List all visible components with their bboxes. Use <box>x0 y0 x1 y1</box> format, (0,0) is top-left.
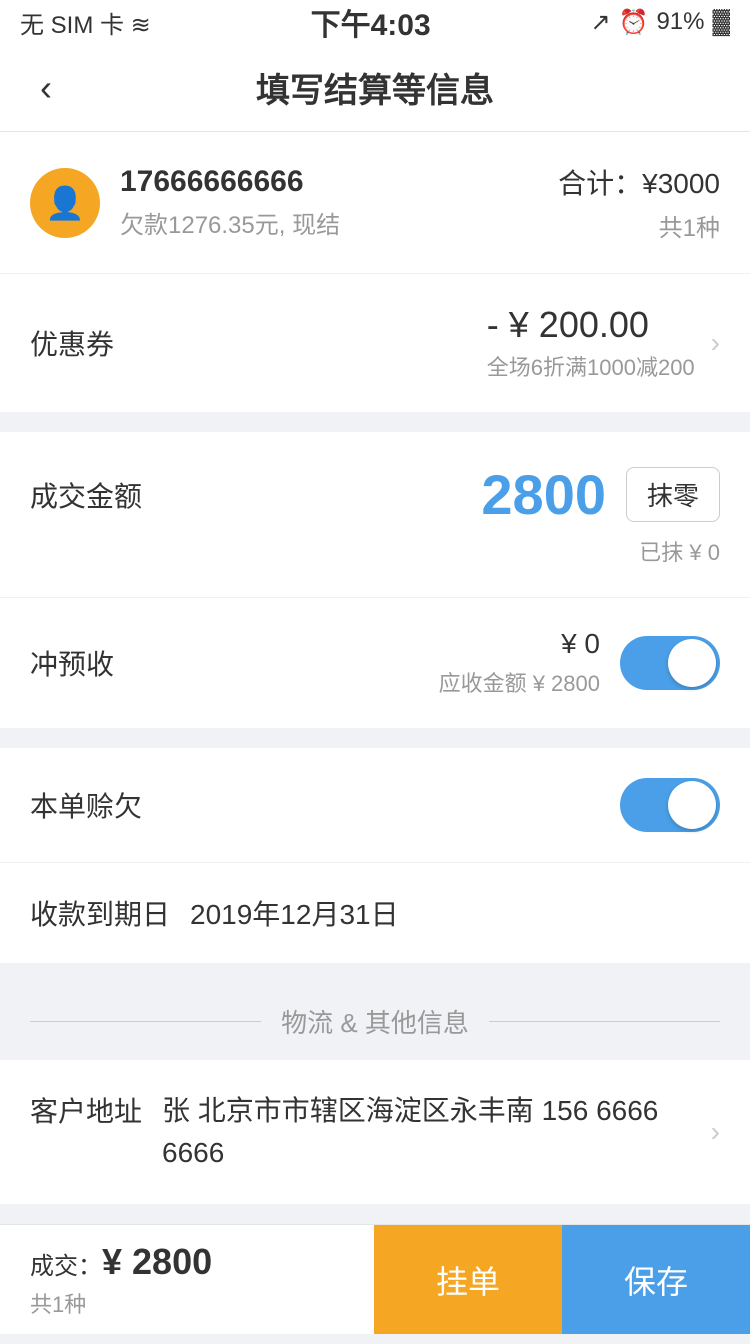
prepay-amount: ¥ 0 <box>439 628 600 660</box>
deal-section: 成交金额 2800 抹零 已抹 ¥ 0 <box>0 432 750 597</box>
customer-phone: 17666666666 <box>120 165 340 199</box>
nav-bar: ‹ 填写结算等信息 <box>0 44 750 132</box>
prepay-toggle[interactable] <box>620 636 720 690</box>
logistics-line-right <box>489 1021 720 1022</box>
total-amount: ¥3000 <box>642 168 720 199</box>
save-button[interactable]: 保存 <box>562 1225 750 1334</box>
debit-toggle[interactable] <box>620 778 720 832</box>
duedate-row: 收款到期日 2019年12月31日 <box>30 893 720 933</box>
coupon-chevron-icon: › <box>711 327 720 359</box>
prepay-row: 冲预收 ¥ 0 应收金额 ¥ 2800 <box>30 628 720 698</box>
status-bar-time: 下午4:03 <box>311 0 431 44</box>
address-label: 客户地址 <box>30 1090 142 1130</box>
status-bar-left: 无 SIM 卡 ≋ <box>20 5 151 40</box>
deal-row: 成交金额 2800 抹零 <box>30 462 720 527</box>
coupon-sub: 全场6折满1000减200 <box>487 350 695 382</box>
prepay-amount-group: ¥ 0 应收金额 ¥ 2800 <box>439 628 600 698</box>
status-bar-right: ↗ ⏰ 91% ▓ <box>590 8 730 37</box>
prepay-section: 冲预收 ¥ 0 应收金额 ¥ 2800 <box>0 597 750 728</box>
address-chevron-icon: › <box>711 1116 720 1148</box>
battery-icon: ▓ <box>713 8 731 36</box>
address-value: 张 北京市市辖区海淀区永丰南 156 6666 6666 <box>162 1090 691 1174</box>
bottom-bar: 成交：¥ 2800 共1种 挂单 保存 <box>0 1224 750 1334</box>
total-label: 合计： <box>558 168 642 199</box>
duedate-section: 收款到期日 2019年12月31日 <box>0 862 750 963</box>
deal-amount: 2800 <box>481 462 606 527</box>
customer-info: 17666666666 欠款1276.35元, 现结 <box>120 165 340 240</box>
toggle-knob <box>668 639 716 687</box>
coupon-label: 优惠券 <box>30 323 114 363</box>
coupon-discount: - ¥ 200.00 <box>487 304 695 346</box>
bottom-count: 共1种 <box>30 1287 344 1319</box>
duedate-value: 2019年12月31日 <box>190 893 399 933</box>
location-icon: ↗ <box>590 8 610 37</box>
customer-left: 👤 17666666666 欠款1276.35元, 现结 <box>30 165 340 240</box>
debit-toggle-knob <box>668 781 716 829</box>
prepay-right: ¥ 0 应收金额 ¥ 2800 <box>439 628 720 698</box>
hold-button[interactable]: 挂单 <box>374 1225 562 1334</box>
back-button[interactable]: ‹ <box>30 57 62 119</box>
round-button[interactable]: 抹零 <box>626 467 720 522</box>
logistics-line-left <box>30 1021 261 1022</box>
customer-right: 合计：¥3000 共1种 <box>558 162 720 243</box>
debit-label: 本单赊欠 <box>30 785 142 825</box>
logistics-section: 物流 & 其他信息 <box>0 983 750 1060</box>
bottom-deal-row: 成交：¥ 2800 <box>30 1241 344 1283</box>
coupon-row[interactable]: 优惠券 - ¥ 200.00 全场6折满1000减200 › <box>0 273 750 412</box>
customer-row: 👤 17666666666 欠款1276.35元, 现结 合计：¥3000 共1… <box>0 132 750 273</box>
bottom-deal-prefix: 成交： <box>30 1253 102 1280</box>
page-title: 填写结算等信息 <box>256 63 494 112</box>
customer-subtext: 欠款1276.35元, 现结 <box>120 205 340 240</box>
divider-1 <box>0 412 750 432</box>
sim-text: 无 SIM 卡 ≋ <box>20 5 151 40</box>
coupon-right: - ¥ 200.00 全场6折满1000减200 › <box>487 304 720 382</box>
deal-label: 成交金额 <box>30 475 142 515</box>
alarm-icon: ⏰ <box>619 8 649 37</box>
debit-row: 本单赊欠 <box>30 778 720 832</box>
status-bar: 无 SIM 卡 ≋ 下午4:03 ↗ ⏰ 91% ▓ <box>0 0 750 44</box>
prepay-label: 冲预收 <box>30 643 114 683</box>
logistics-text: 物流 & 其他信息 <box>281 1003 469 1040</box>
battery-text: 91% <box>656 8 704 36</box>
bottom-summary: 成交：¥ 2800 共1种 <box>0 1225 374 1334</box>
duedate-label: 收款到期日 <box>30 893 170 933</box>
customer-count: 共1种 <box>558 208 720 243</box>
address-section[interactable]: 客户地址 张 北京市市辖区海淀区永丰南 156 6666 6666 › <box>0 1060 750 1204</box>
deal-amount-group: 2800 抹零 <box>481 462 720 527</box>
prepay-sub: 应收金额 ¥ 2800 <box>439 666 600 698</box>
customer-total: 合计：¥3000 <box>558 162 720 202</box>
divider-2 <box>0 728 750 748</box>
avatar: 👤 <box>30 168 100 238</box>
bottom-deal-amount: ¥ 2800 <box>102 1241 212 1282</box>
deal-sub: 已抹 ¥ 0 <box>30 535 720 567</box>
debit-section: 本单赊欠 <box>0 748 750 862</box>
divider-3 <box>0 963 750 983</box>
